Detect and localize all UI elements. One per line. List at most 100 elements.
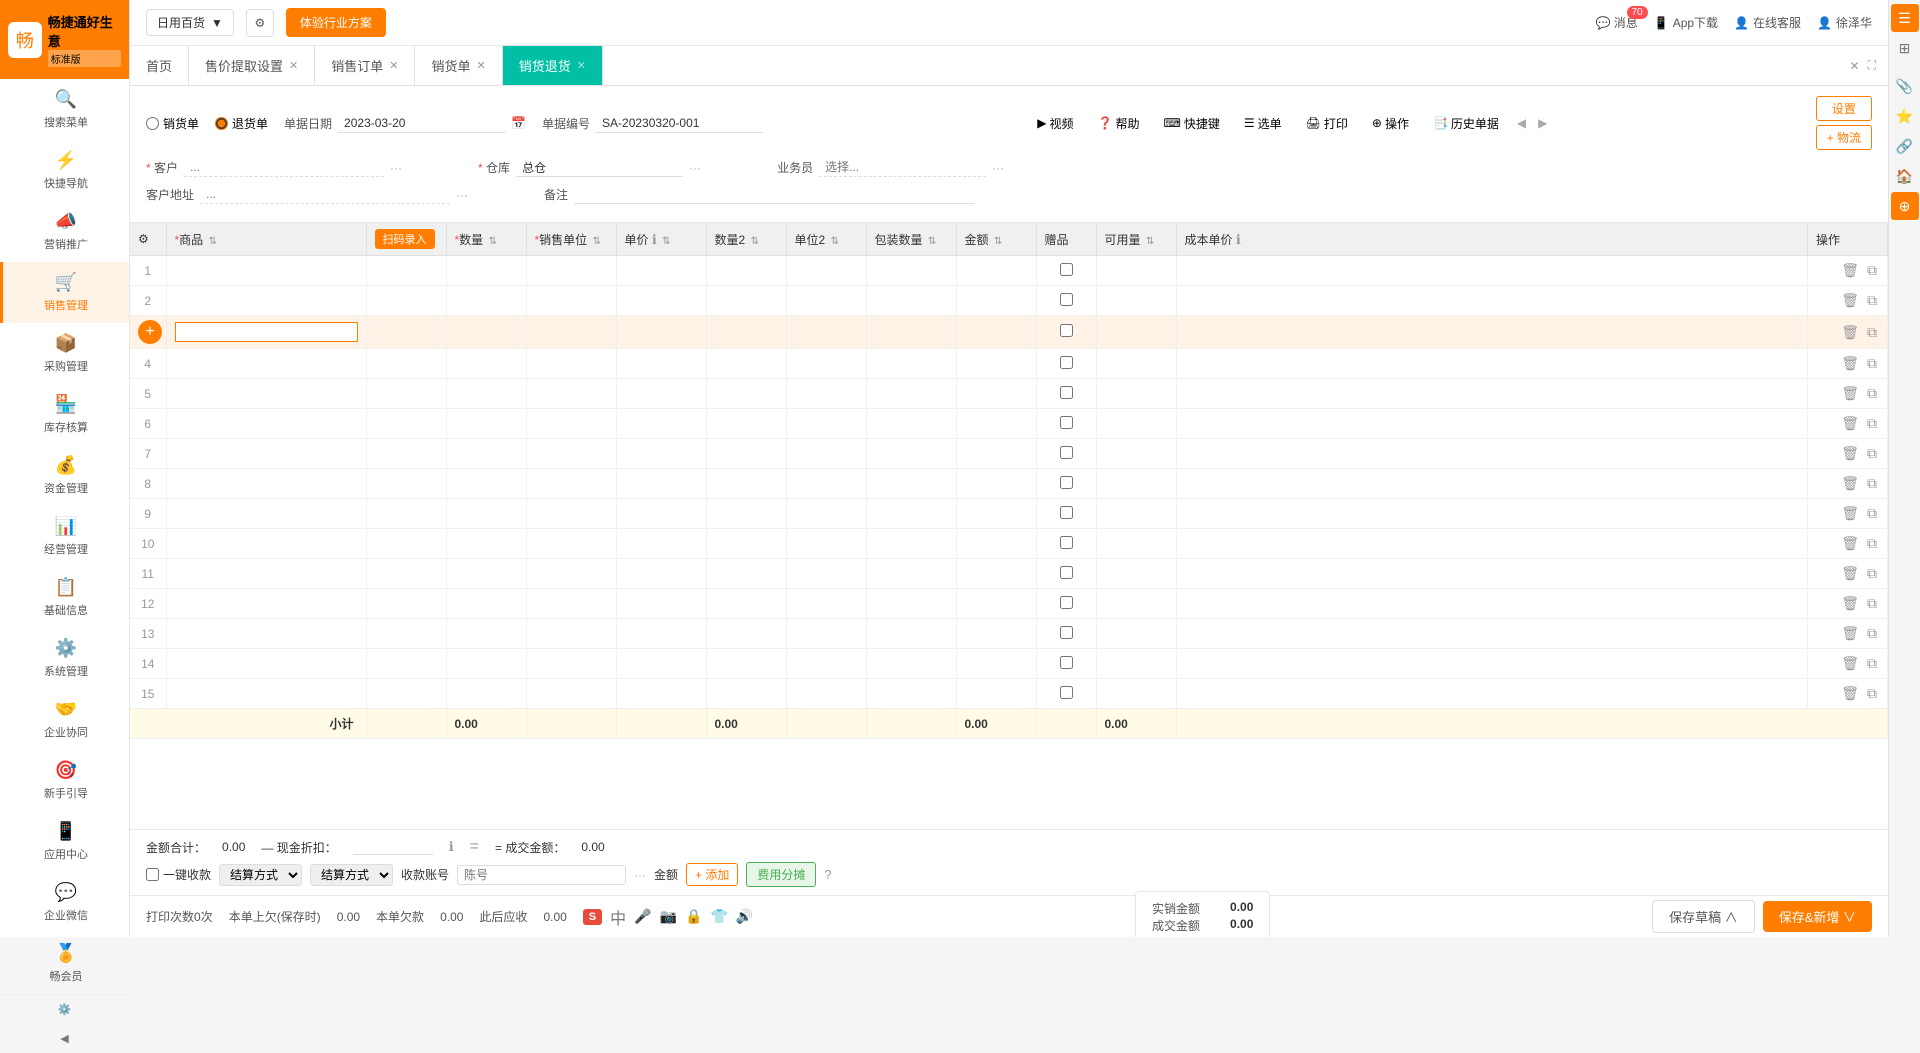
copy-row-btn[interactable]: ⧉ [1865, 383, 1879, 404]
copy-row-btn[interactable]: ⧉ [1865, 503, 1879, 524]
delete-row-btn[interactable]: 🗑 [1839, 260, 1861, 281]
cost-price-info-icon[interactable]: ℹ [1236, 232, 1241, 247]
tab-close-sales-order[interactable]: ✕ [389, 59, 398, 72]
salesperson-more-icon[interactable]: ··· [992, 161, 1004, 175]
delete-row-btn[interactable]: 🗑 [1839, 353, 1861, 374]
user-avatar[interactable]: 👤 徐泽华 [1817, 14, 1872, 31]
product-cell[interactable] [166, 256, 366, 286]
toolbar-help[interactable]: ❓ 帮助 [1092, 113, 1146, 134]
docno-input[interactable] [596, 114, 763, 133]
amount-cell[interactable] [956, 256, 1036, 286]
online-service-btn[interactable]: 👤 在线客服 [1734, 14, 1801, 31]
col-unit2-sort[interactable]: ⇅ [831, 236, 839, 247]
col-quantity-sort[interactable]: ⇅ [489, 236, 497, 247]
sidebar-item-system[interactable]: ⚙️ 系统管理 [0, 628, 129, 689]
sidebar-settings-btn[interactable]: ⚙️ [0, 995, 129, 1024]
customer-more-icon[interactable]: ··· [390, 161, 402, 175]
copy-row-btn[interactable]: ⧉ [1865, 473, 1879, 494]
sidebar-item-quick-nav[interactable]: ⚡ 快捷导航 [0, 140, 129, 201]
copy-row-btn[interactable]: ⧉ [1865, 322, 1879, 343]
sidebar-item-member[interactable]: 🏅 畅会员 [0, 933, 129, 994]
product-cell-active[interactable] [166, 316, 366, 349]
date-input[interactable] [338, 114, 505, 133]
remark-input[interactable] [574, 185, 974, 204]
mic-icon[interactable]: 🎤 [634, 908, 651, 925]
delete-row-btn[interactable]: 🗑 [1839, 503, 1861, 524]
sidebar-item-finance[interactable]: 💰 资金管理 [0, 445, 129, 506]
copy-row-btn[interactable]: ⧉ [1865, 683, 1879, 704]
pkg-cell[interactable] [866, 316, 956, 349]
unit-cell[interactable] [526, 286, 616, 316]
delete-row-btn[interactable]: 🗑 [1839, 653, 1861, 674]
copy-row-btn[interactable]: ⧉ [1865, 653, 1879, 674]
col-sales-unit-sort[interactable]: ⇅ [593, 236, 601, 247]
tab-close-sales-return[interactable]: ✕ [577, 59, 586, 72]
pkg-cell[interactable] [866, 256, 956, 286]
delete-row-btn[interactable]: 🗑 [1839, 290, 1861, 311]
gift-checkbox[interactable] [1060, 263, 1073, 276]
col-avail-sort[interactable]: ⇅ [1146, 236, 1154, 247]
sidebar-item-app-center[interactable]: 📱 应用中心 [0, 811, 129, 872]
avail-cell[interactable] [1096, 286, 1176, 316]
one-key-payment-checkbox[interactable]: 一键收款 [146, 866, 211, 883]
qty-cell[interactable] [446, 256, 526, 286]
shirt-icon[interactable]: 👕 [710, 908, 727, 925]
qty2-cell[interactable] [706, 256, 786, 286]
nav-prev-icon[interactable]: ◀ [1517, 116, 1526, 130]
calendar-icon[interactable]: 📅 [511, 116, 526, 130]
tab-sales[interactable]: 销货单 ✕ [415, 46, 502, 85]
copy-row-btn[interactable]: ⧉ [1865, 353, 1879, 374]
col-pkg-sort[interactable]: ⇅ [928, 236, 936, 247]
sidebar-item-enterprise-wechat[interactable]: 💬 企业微信 [0, 872, 129, 933]
price-cell[interactable] [616, 256, 706, 286]
tab-sales-order[interactable]: 销售订单 ✕ [315, 46, 415, 85]
price-cell[interactable] [616, 316, 706, 349]
copy-row-btn[interactable]: ⧉ [1865, 260, 1879, 281]
toolbar-shortcuts[interactable]: ⌨ 快捷键 [1158, 113, 1226, 134]
account-input[interactable] [457, 865, 626, 885]
fee-split-btn[interactable]: 费用分摊 [746, 862, 816, 887]
address-more-icon[interactable]: ··· [456, 188, 468, 202]
notifications[interactable]: 💬 70 消息 [1595, 14, 1637, 31]
gift-checkbox[interactable] [1060, 324, 1073, 337]
delete-row-btn[interactable]: 🗑 [1839, 533, 1861, 554]
pkg-cell[interactable] [866, 286, 956, 316]
maximize-icon[interactable]: ⛶ [1868, 58, 1876, 73]
delete-row-btn[interactable]: 🗑 [1839, 383, 1861, 404]
sidebar-item-inventory[interactable]: 🏪 库存核算 [0, 384, 129, 445]
unit2-cell[interactable] [786, 286, 866, 316]
tab-close-price-setting[interactable]: ✕ [289, 59, 298, 72]
cost-price-cell[interactable] [1176, 256, 1808, 286]
gift-cell[interactable] [1036, 256, 1096, 286]
cost-price-cell[interactable] [1176, 316, 1808, 349]
industry-select[interactable]: 日用百货 ▼ [146, 9, 234, 36]
view-list-btn[interactable]: ☰ [1891, 4, 1919, 32]
dots-icon[interactable]: ··· [634, 868, 646, 882]
input-icon[interactable]: 中 [610, 905, 626, 929]
radio-return-input[interactable] [215, 117, 228, 130]
view-grid-btn[interactable]: ⊞ [1891, 34, 1919, 62]
delete-row-btn[interactable]: 🗑 [1839, 623, 1861, 644]
copy-row-btn[interactable]: ⧉ [1865, 290, 1879, 311]
gift-cell[interactable] [1036, 286, 1096, 316]
col-unit-price-sort[interactable]: ⇅ [662, 236, 670, 247]
copy-row-btn[interactable]: ⧉ [1865, 563, 1879, 584]
close-window-icon[interactable]: ✕ [1850, 59, 1860, 73]
sidebar-item-guide[interactable]: 🎯 新手引导 [0, 750, 129, 811]
radio-sales-input[interactable] [146, 117, 159, 130]
price-cell[interactable] [616, 286, 706, 316]
sidebar-item-purchase[interactable]: 📦 采购管理 [0, 323, 129, 384]
toolbar-print[interactable]: 🖨 打印 [1300, 113, 1354, 134]
amount-cell[interactable] [956, 286, 1036, 316]
save-new-btn[interactable]: 保存&新增 ∨ [1763, 901, 1872, 932]
fee-info-icon[interactable]: ? [824, 867, 831, 882]
radio-return[interactable]: 退货单 [215, 115, 268, 132]
sidebar-item-enterprise[interactable]: 🤝 企业协同 [0, 689, 129, 750]
cash-discount-input[interactable] [353, 840, 433, 855]
product-input[interactable] [175, 322, 358, 342]
col-settings[interactable]: ⚙ [130, 223, 166, 256]
salesperson-input[interactable] [819, 158, 986, 177]
camera-icon[interactable]: 📷 [660, 908, 677, 925]
unit2-cell[interactable] [786, 316, 866, 349]
warehouse-more-icon[interactable]: ··· [689, 161, 701, 175]
